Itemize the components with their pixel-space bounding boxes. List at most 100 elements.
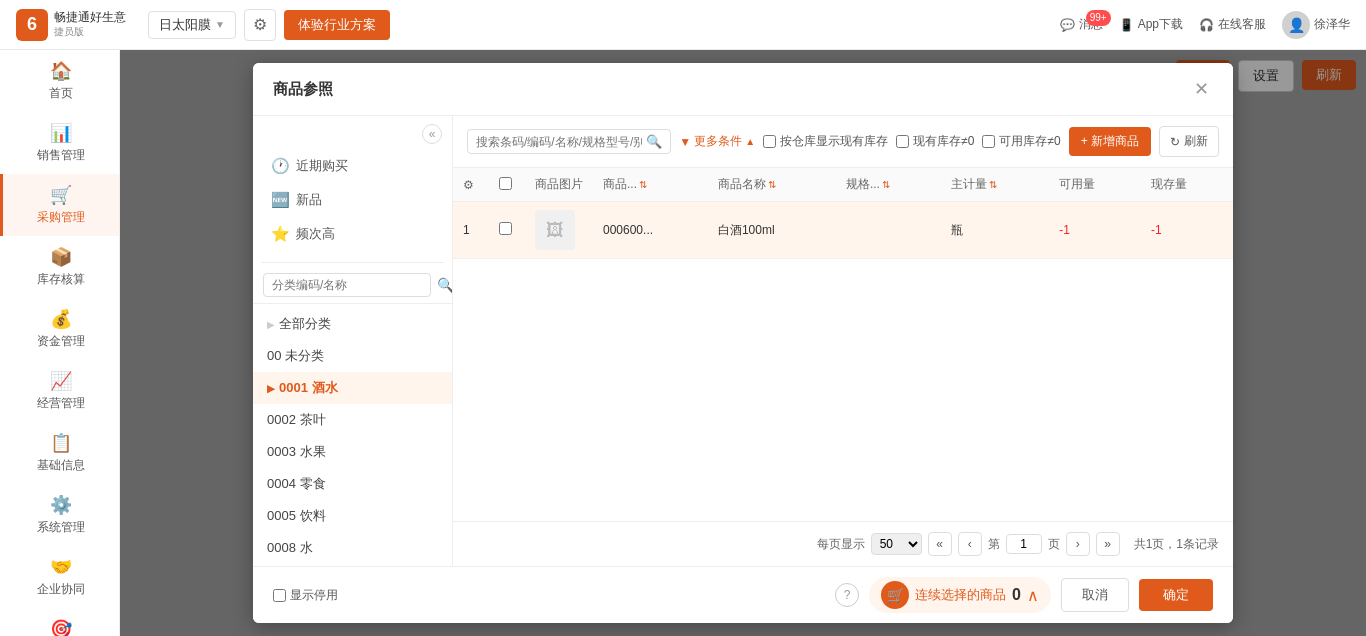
system-icon: ⚙️	[50, 494, 72, 516]
collapse-panel-button[interactable]: «	[422, 124, 442, 144]
table-header-row: ⚙ 商品图片 商品...⇅	[453, 168, 1233, 202]
category-item-0005[interactable]: 0005 饮料	[253, 500, 452, 532]
new-products-tab[interactable]: 🆕 新品	[261, 184, 444, 216]
logo-sub: 捷员版	[54, 25, 126, 39]
th-stock: 现存量	[1141, 168, 1233, 202]
sidebar-label-inventory: 库存核算	[37, 271, 85, 288]
sidebar-item-business[interactable]: 📈 经营管理	[0, 360, 119, 422]
checkbox-warehouse-input[interactable]	[763, 135, 776, 148]
nav-dropdown[interactable]: 日太阳膜 ▼	[148, 11, 236, 39]
category-item-0004[interactable]: 0004 零食	[253, 468, 452, 500]
collapse-cart-button[interactable]: ∧	[1027, 586, 1039, 605]
add-product-button[interactable]: + 新增商品	[1069, 127, 1151, 156]
refresh-button[interactable]: ↻ 刷新	[1159, 126, 1219, 157]
category-item-0003[interactable]: 0003 水果	[253, 436, 452, 468]
filter-label: 更多条件	[694, 133, 742, 150]
category-search-icon[interactable]: 🔍	[437, 277, 453, 293]
prev-page-button[interactable]: ‹	[958, 532, 982, 556]
avatar: 👤	[1282, 11, 1310, 39]
page-number-input[interactable]	[1006, 534, 1042, 554]
modal-close-button[interactable]: ✕	[1189, 77, 1213, 101]
experience-button[interactable]: 体验行业方案	[284, 10, 390, 40]
logo-area: 6 畅捷通好生意 捷员版	[16, 9, 136, 41]
checkbox-existing-label: 现有库存≠0	[913, 133, 974, 150]
cell-stock: -1	[1141, 202, 1233, 259]
frequency-icon: ⭐	[271, 225, 290, 243]
cart-label: 连续选择的商品	[915, 586, 1006, 604]
category-search-input[interactable]	[263, 273, 431, 297]
user-item[interactable]: 👤 徐泽华	[1282, 11, 1350, 39]
filter-more-button[interactable]: ▼ 更多条件 ▲	[679, 133, 755, 150]
nav-center: 日太阳膜 ▼ ⚙ 体验行业方案	[148, 9, 1048, 41]
th-unit: 主计量⇅	[941, 168, 1049, 202]
sidebar-item-inventory[interactable]: 📦 库存核算	[0, 236, 119, 298]
modal-header: 商品参照 ✕	[253, 63, 1233, 116]
modal-left-tabs: « 🕐 近期购买 🆕 新品 ⭐	[253, 116, 452, 258]
business-icon: 📈	[50, 370, 72, 392]
high-frequency-tab[interactable]: ⭐ 频次高	[261, 218, 444, 250]
service-item[interactable]: 🎧 在线客服	[1199, 16, 1266, 33]
cell-name: 白酒100ml	[708, 202, 836, 259]
top-navigation: 6 畅捷通好生意 捷员版 日太阳膜 ▼ ⚙ 体验行业方案 💬 消息 99+ 📱 …	[0, 0, 1366, 50]
th-product-code: 商品...⇅	[593, 168, 708, 202]
checkbox-warehouse-label: 按仓库显示现有库存	[780, 133, 888, 150]
show-disabled-input[interactable]	[273, 589, 286, 602]
recent-label: 近期购买	[296, 157, 348, 175]
checkbox-available[interactable]: 可用库存≠0	[982, 133, 1060, 150]
product-search-input[interactable]	[476, 135, 642, 149]
checkbox-existing[interactable]: 现有库存≠0	[896, 133, 974, 150]
notice-item[interactable]: 💬 消息 99+	[1060, 16, 1103, 33]
row-checkbox[interactable]	[499, 222, 512, 235]
modal-title: 商品参照	[273, 80, 333, 99]
modal-body: « 🕐 近期购买 🆕 新品 ⭐	[253, 116, 1233, 566]
category-item-0008[interactable]: 0008 水	[253, 532, 452, 564]
refresh-label: 刷新	[1184, 133, 1208, 150]
select-all-checkbox[interactable]	[499, 177, 512, 190]
last-page-button[interactable]: »	[1096, 532, 1120, 556]
per-page-select[interactable]: 50 100 200	[871, 533, 922, 555]
app-label: App下载	[1138, 16, 1183, 33]
sidebar-label-finance: 资金管理	[37, 333, 85, 350]
nav-right: 💬 消息 99+ 📱 App下载 🎧 在线客服 👤 徐泽华	[1060, 11, 1350, 39]
category-item-all[interactable]: ▶ 全部分类	[253, 308, 452, 340]
checkbox-warehouse[interactable]: 按仓库显示现有库存	[763, 133, 888, 150]
th-checkbox	[489, 168, 525, 202]
frequency-label: 频次高	[296, 225, 335, 243]
category-item-0001[interactable]: ▶ 0001 酒水	[253, 372, 452, 404]
cat-label-0001: 0001 酒水	[279, 379, 338, 397]
sidebar-label-sales: 销售管理	[37, 147, 85, 164]
basic-icon: 📋	[50, 432, 72, 454]
sidebar-label-business: 经营管理	[37, 395, 85, 412]
page-unit: 页	[1048, 536, 1060, 553]
first-page-button[interactable]: «	[928, 532, 952, 556]
app-download-item[interactable]: 📱 App下载	[1119, 16, 1183, 33]
sidebar-item-sales[interactable]: 📊 销售管理	[0, 112, 119, 174]
sidebar-item-purchase[interactable]: 🛒 采购管理	[0, 174, 119, 236]
cat-label-0004: 0004 零食	[267, 475, 326, 493]
category-item-00[interactable]: 00 未分类	[253, 340, 452, 372]
sidebar-item-finance[interactable]: 💰 资金管理	[0, 298, 119, 360]
checkbox-available-label: 可用库存≠0	[999, 133, 1060, 150]
recent-purchase-tab[interactable]: 🕐 近期购买	[261, 150, 444, 182]
help-button[interactable]: ?	[835, 583, 859, 607]
sidebar-item-basic[interactable]: 📋 基础信息	[0, 422, 119, 484]
sidebar-item-guide[interactable]: 🎯 新手引导	[0, 608, 119, 636]
username: 徐泽华	[1314, 16, 1350, 33]
cancel-button[interactable]: 取消	[1061, 578, 1129, 612]
show-disabled-checkbox[interactable]: 显示停用	[273, 587, 338, 604]
checkbox-existing-input[interactable]	[896, 135, 909, 148]
next-page-button[interactable]: ›	[1066, 532, 1090, 556]
sidebar-item-collab[interactable]: 🤝 企业协同	[0, 546, 119, 608]
cell-index: 1	[453, 202, 489, 259]
sidebar-item-system[interactable]: ⚙️ 系统管理	[0, 484, 119, 546]
sidebar: 🏠 首页 📊 销售管理 🛒 采购管理 📦 库存核算 💰 资金管理 📈 经营管理 …	[0, 50, 120, 636]
product-image: 🖼	[535, 210, 575, 250]
sidebar-item-home[interactable]: 🏠 首页	[0, 50, 119, 112]
table-row[interactable]: 1 🖼 000600... 白酒100ml	[453, 202, 1233, 259]
checkbox-available-input[interactable]	[982, 135, 995, 148]
confirm-button[interactable]: 确定	[1139, 579, 1213, 611]
settings-button[interactable]: ⚙	[244, 9, 276, 41]
filter-icon: ▼	[679, 135, 691, 149]
category-item-0002[interactable]: 0002 茶叶	[253, 404, 452, 436]
purchase-icon: 🛒	[50, 184, 72, 206]
